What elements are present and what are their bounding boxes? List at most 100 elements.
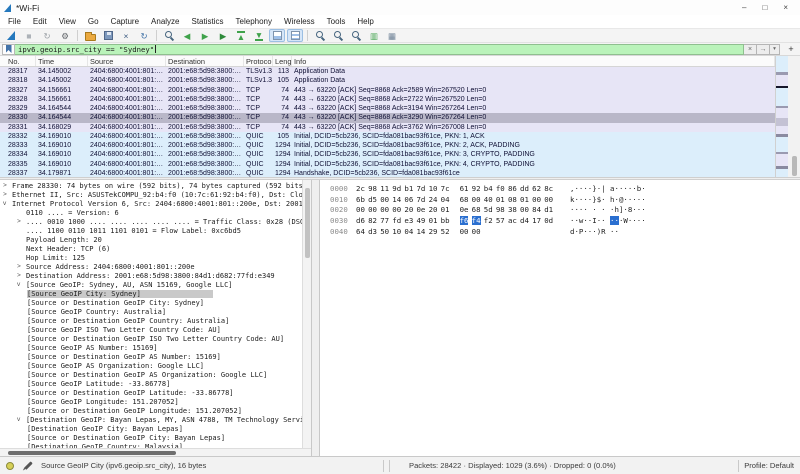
restart-capture-icon[interactable]: ↻ — [39, 29, 55, 42]
hex-byte[interactable]: 5d — [484, 205, 493, 214]
menu-file[interactable]: File — [2, 17, 27, 26]
packet-row[interactable]: 28331 34.168029 2404:6800:4001:801:… 2001:e… — [0, 122, 775, 132]
hex-byte[interactable]: 01 — [429, 216, 438, 225]
hex-byte[interactable]: 98 — [496, 205, 505, 214]
detail-line[interactable]: [Source or Destination GeoIP Longitude: … — [0, 406, 302, 415]
zoom-original-icon[interactable] — [348, 29, 364, 42]
status-profile[interactable]: Profile: Default — [744, 461, 794, 470]
detail-line[interactable]: v [Destination GeoIP: Bayan Lepas, MY, AS… — [0, 415, 302, 424]
hex-byte[interactable]: 84 — [532, 205, 541, 214]
hex-byte[interactable]: 86 — [508, 184, 517, 193]
hex-byte[interactable]: 50 — [380, 227, 389, 236]
detail-line[interactable]: [Source or Destination GeoIP City: Bayan… — [0, 433, 302, 442]
detail-line[interactable]: [Source or Destination GeoIP AS Number: … — [0, 352, 302, 361]
hex-byte[interactable]: 20 — [404, 205, 413, 214]
start-capture-icon[interactable] — [3, 29, 19, 42]
hex-byte[interactable]: 14 — [416, 227, 425, 236]
ascii-text-selected[interactable]: ·· — [610, 216, 619, 226]
column-header-length[interactable]: Length — [273, 56, 292, 66]
packet-row[interactable]: 28335 34.169010 2404:6800:4001:801:… 2001:e… — [0, 159, 775, 169]
go-forward-icon[interactable]: ▶ — [197, 29, 213, 42]
ascii-text[interactable]: d·P···)R ·· — [570, 227, 619, 236]
packet-row[interactable]: 28337 34.179871 2404:6800:4001:801:… 2001:e… — [0, 168, 775, 177]
detail-line[interactable]: [Source GeoIP Country: Australia] — [0, 307, 302, 316]
detail-line[interactable]: .... 1100 0110 1011 1101 0101 = Flow Lab… — [0, 226, 302, 235]
packet-row[interactable]: 28328 34.156661 2404:6800:4001:801:… 2001:e… — [0, 94, 775, 104]
hex-byte[interactable]: 24 — [429, 195, 438, 204]
hex-byte[interactable]: 11 — [380, 184, 389, 193]
detail-line[interactable]: [Source GeoIP Latitude: -33.86778] — [0, 379, 302, 388]
detail-line[interactable]: [Source or Destination GeoIP AS Organiza… — [0, 370, 302, 379]
packet-list-scrollbar[interactable] — [788, 56, 800, 177]
ascii-text[interactable]: ·W···· — [619, 216, 646, 225]
hex-byte[interactable]: 7d — [416, 184, 425, 193]
reload-file-icon[interactable]: ↻ — [136, 29, 152, 42]
hex-byte[interactable]: 00 — [532, 195, 541, 204]
hex-byte[interactable]: bb — [441, 216, 450, 225]
detail-line[interactable]: [Source GeoIP Longitude: 151.207052] — [0, 397, 302, 406]
minimize-button[interactable]: – — [742, 1, 746, 15]
go-last-icon[interactable]: ▼ — [251, 29, 267, 42]
hex-byte[interactable]: 0e — [416, 205, 425, 214]
hex-byte[interactable]: 92 — [472, 184, 481, 193]
hex-byte[interactable]: dd — [520, 184, 529, 193]
detail-line[interactable]: 0110 .... = Version: 6 — [0, 208, 302, 217]
hex-byte[interactable]: 98 — [368, 184, 377, 193]
ascii-text[interactable]: ···· · · ·h]·8··· — [570, 205, 646, 214]
hex-byte[interactable]: 29 — [429, 227, 438, 236]
filter-clear-button[interactable]: × — [744, 43, 757, 55]
hex-byte[interactable]: b4 — [484, 184, 493, 193]
filter-dropdown-button[interactable]: ▾ — [770, 43, 780, 55]
hex-byte[interactable]: fd — [392, 216, 401, 225]
ascii-text[interactable]: k····}$· h·@····· — [570, 195, 646, 204]
hex-byte[interactable]: f2 — [484, 216, 493, 225]
hex-byte[interactable]: 00 — [368, 205, 377, 214]
hex-byte[interactable]: 00 — [380, 205, 389, 214]
hex-byte[interactable]: 17 — [532, 216, 541, 225]
hex-byte[interactable]: 00 — [460, 227, 469, 236]
filter-bookmark-button[interactable] — [2, 43, 15, 55]
ascii-text[interactable]: ,····}·| a·····b· — [570, 184, 646, 193]
expand-icon[interactable]: > — [3, 182, 12, 189]
auto-scroll-icon[interactable] — [269, 29, 285, 42]
close-button[interactable]: × — [783, 1, 788, 15]
hex-byte[interactable]: 9d — [392, 184, 401, 193]
hex-byte[interactable]: 00 — [472, 195, 481, 204]
packet-row[interactable]: 28334 34.169010 2404:6800:4001:801:… 2001:e… — [0, 150, 775, 160]
hex-byte[interactable]: d4 — [520, 216, 529, 225]
hex-byte[interactable]: d6 — [356, 216, 365, 225]
hex-byte[interactable]: 00 — [520, 205, 529, 214]
details-horizontal-scrollbar[interactable] — [0, 448, 311, 456]
menu-wireless[interactable]: Wireless — [278, 17, 321, 26]
capture-comment-icon[interactable] — [24, 461, 33, 470]
hex-byte[interactable]: 06 — [404, 195, 413, 204]
expand-icon[interactable]: > — [17, 218, 26, 225]
zoom-in-icon[interactable] — [312, 29, 328, 42]
hex-byte[interactable]: 68 — [460, 195, 469, 204]
menu-capture[interactable]: Capture — [105, 17, 145, 26]
menu-help[interactable]: Help — [351, 17, 379, 26]
menu-statistics[interactable]: Statistics — [186, 17, 230, 26]
hex-byte[interactable]: 01 — [520, 195, 529, 204]
menu-go[interactable]: Go — [82, 17, 105, 26]
show-columns-icon[interactable]: ▦ — [384, 29, 400, 42]
hex-byte[interactable]: ac — [508, 216, 517, 225]
hex-byte[interactable]: 77 — [380, 216, 389, 225]
menu-analyze[interactable]: Analyze — [145, 17, 185, 26]
hex-byte[interactable]: 04 — [441, 195, 450, 204]
hex-byte[interactable]: b1 — [404, 184, 413, 193]
menu-tools[interactable]: Tools — [321, 17, 352, 26]
hex-byte[interactable]: e3 — [404, 216, 413, 225]
collapse-icon[interactable]: v — [17, 281, 26, 288]
packet-row[interactable]: 28318 34.145002 2404:6800:4001:801:… 2001:e… — [0, 76, 775, 86]
hex-byte[interactable]: d1 — [544, 205, 553, 214]
expand-icon[interactable]: > — [3, 191, 12, 198]
scrollbar-handle[interactable] — [305, 188, 310, 258]
hex-byte[interactable]: 01 — [496, 195, 505, 204]
hex-byte[interactable]: 6b — [356, 195, 365, 204]
detail-line[interactable]: [Source or Destination GeoIP Latitude: -… — [0, 388, 302, 397]
hex-byte[interactable]: 7c — [441, 184, 450, 193]
detail-line[interactable]: v [Source GeoIP: Sydney, AU, ASN 15169, G… — [0, 280, 302, 289]
pane-divider[interactable] — [312, 180, 319, 456]
hex-byte[interactable]: 68 — [472, 205, 481, 214]
